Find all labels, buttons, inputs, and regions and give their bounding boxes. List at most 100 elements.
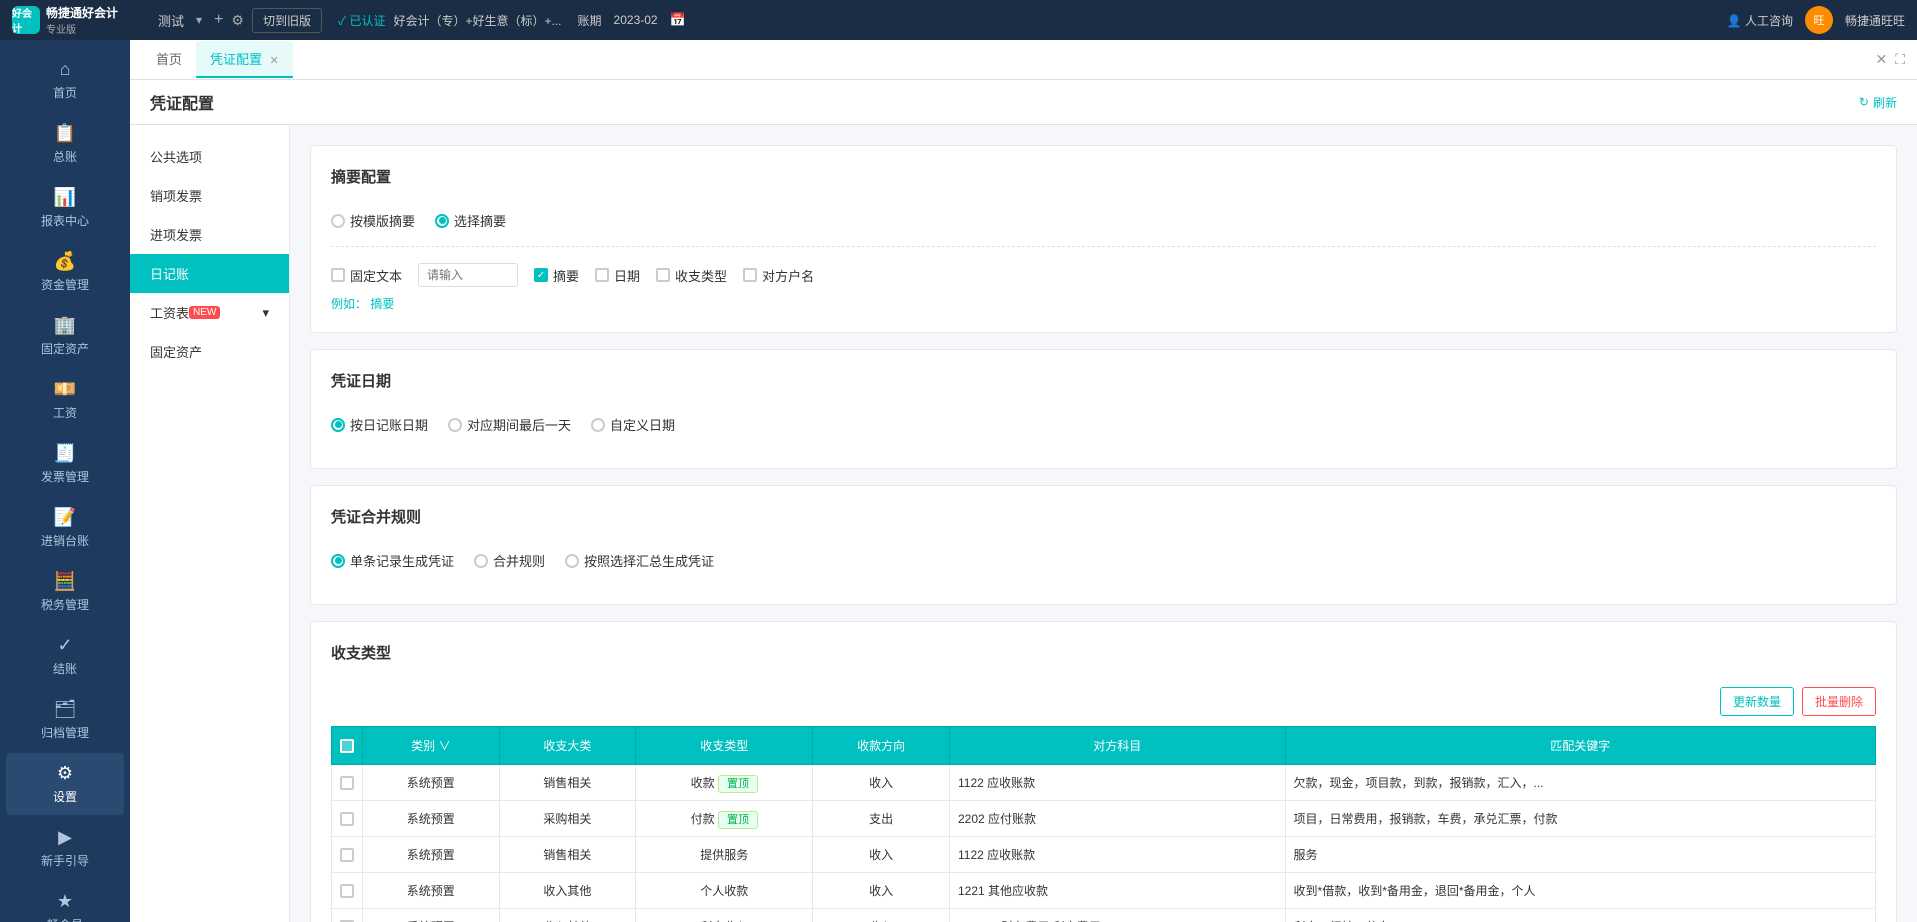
username: 畅捷通旺旺 (1845, 12, 1905, 29)
funds-icon: 💰 (54, 251, 76, 272)
sidebar-item-archive[interactable]: 🗂 归档管理 (6, 689, 124, 751)
radio-diary-circle (331, 418, 345, 432)
table-row: 系统预置 收入其他 利息收入 收入 660301 财务费用 利息费用 利息，行转… (332, 909, 1876, 922)
td-major-5: 收入其他 (499, 909, 636, 922)
td-keywords-2: 项目，日常费用，报销款，车费，承兑汇票，付款 (1285, 801, 1875, 837)
radio-single-record[interactable]: 单条记录生成凭证 (331, 551, 454, 570)
checkbox-income-type[interactable]: 收支类型 (656, 266, 727, 285)
radio-template-summary[interactable]: 按模版摘要 (331, 211, 415, 230)
td-subject-1: 1122 应收账款 (949, 765, 1285, 801)
consult-button[interactable]: 👤 人工咨询 (1727, 12, 1793, 29)
account-tags: 好会计（专）+好生意（标）+... (394, 12, 562, 29)
sidebar-label-invoice: 发票管理 (41, 468, 89, 485)
switch-version-button[interactable]: 切到旧版 (252, 8, 322, 33)
radio-template-circle (331, 214, 345, 228)
merge-radio-group: 单条记录生成凭证 合并规则 按照选择汇总生成凭证 (331, 551, 1876, 570)
checkbox-counterpart[interactable]: 对方户名 (743, 266, 814, 285)
td-major-2: 采购相关 (499, 801, 636, 837)
left-nav-fixed-assets[interactable]: 固定资产 (130, 332, 289, 371)
sidebar-item-close[interactable]: ✓ 结账 (6, 625, 124, 687)
content-area: 首页 凭证配置 ✕ ✕ ⛶ 凭证配置 ↻ 刷新 公共选项 销项发票 (130, 40, 1917, 922)
table-row: 系统预置 收入其他 个人收款 收入 1221 其他应收款 收到*借款，收到*备用… (332, 873, 1876, 909)
td-category-3: 系统预置 (363, 837, 500, 873)
archive-icon: 🗂 (54, 699, 77, 720)
tab-home[interactable]: 首页 (142, 41, 196, 78)
tab-voucher-config[interactable]: 凭证配置 ✕ (196, 41, 293, 78)
radio-period-circle (448, 418, 462, 432)
td-direction-1: 收入 (813, 765, 950, 801)
tab-close-button[interactable]: ✕ (270, 55, 279, 67)
td-check-3[interactable] (332, 837, 363, 873)
radio-select-summary[interactable]: 选择摘要 (435, 211, 506, 230)
left-nav-sales-invoice[interactable]: 销项发票 (130, 176, 289, 215)
td-direction-4: 收入 (813, 873, 950, 909)
add-button[interactable]: + (214, 11, 223, 29)
sidebar-label-member: 畅会员 (47, 916, 83, 922)
sidebar-item-reports[interactable]: 📊 报表中心 (6, 177, 124, 239)
td-check-4[interactable] (332, 873, 363, 909)
sidebar-item-funds[interactable]: 💰 资金管理 (6, 241, 124, 303)
date-checkbox (595, 268, 609, 282)
checkbox-fixed-text[interactable]: 固定文本 (331, 266, 402, 285)
fixed-text-checkbox (331, 268, 345, 282)
sidebar-item-invoice[interactable]: 🧾 发票管理 (6, 433, 124, 495)
td-category-2: 系统预置 (363, 801, 500, 837)
refresh-button[interactable]: ↻ 刷新 (1859, 94, 1897, 111)
td-keywords-4: 收到*借款，收到*备用金，退回*备用金，个人 (1285, 873, 1875, 909)
fixed-text-input[interactable] (418, 263, 518, 287)
left-nav-public[interactable]: 公共选项 (130, 137, 289, 176)
sidebar-item-member[interactable]: ★ 畅会员 (6, 881, 124, 922)
batch-delete-button[interactable]: 批量删除 (1802, 687, 1876, 716)
left-nav-purchase-invoice[interactable]: 进项发票 (130, 215, 289, 254)
invoice-icon: 🧾 (54, 443, 76, 464)
page-title-bar: 凭证配置 ↻ 刷新 (130, 80, 1917, 125)
sidebar-item-salary[interactable]: 💴 工资 (6, 369, 124, 431)
sidebar-item-home[interactable]: ⌂ 首页 (6, 49, 124, 111)
merge-title: 凭证合并规则 (331, 506, 1876, 535)
th-subject: 对方科目 (949, 727, 1285, 765)
close-icon: ✓ (57, 635, 72, 656)
logo: 好会计 畅捷通好会计 专业版 (12, 4, 142, 36)
td-direction-5: 收入 (813, 909, 950, 922)
td-check-1[interactable] (332, 765, 363, 801)
home-icon: ⌂ (60, 59, 71, 80)
td-check-5[interactable] (332, 909, 363, 922)
calendar-icon[interactable]: 📅 (670, 12, 686, 28)
td-subject-5: 660301 财务费用 利息费用 (949, 909, 1285, 922)
update-count-button[interactable]: 更新数量 (1720, 687, 1794, 716)
sidebar-item-guide[interactable]: ▶ 新手引导 (6, 817, 124, 879)
td-type-4: 个人收款 (636, 873, 813, 909)
company-name: 测试 (158, 11, 184, 30)
checkbox-summary[interactable]: ✓ 摘要 (534, 266, 579, 285)
td-check-2[interactable] (332, 801, 363, 837)
sidebar-item-tax[interactable]: 🧮 税务管理 (6, 561, 124, 623)
settings-button[interactable]: ⚙ (231, 12, 244, 29)
sidebar-item-ledger[interactable]: 📋 总账 (6, 113, 124, 175)
radio-custom-date[interactable]: 自定义日期 (591, 415, 675, 434)
close-tab-button[interactable]: ✕ (1875, 51, 1887, 68)
left-nav-diary[interactable]: 日记账 (130, 254, 289, 293)
th-select-all[interactable] (332, 727, 363, 765)
table-row: 系统预置 销售相关 提供服务 收入 1122 应收账款 服务 (332, 837, 1876, 873)
sidebar-label-settings: 设置 (53, 788, 77, 805)
expand-tab-button[interactable]: ⛶ (1895, 51, 1905, 68)
td-category-4: 系统预置 (363, 873, 500, 909)
radio-merge-rule[interactable]: 合并规则 (474, 551, 545, 570)
dropdown-arrow[interactable]: ▾ (196, 13, 202, 27)
left-nav-payroll[interactable]: 工资表 NEW ▾ (130, 293, 289, 332)
td-category-5: 系统预置 (363, 909, 500, 922)
summary-title: 摘要配置 (331, 166, 1876, 195)
radio-diary-date[interactable]: 按日记账日期 (331, 415, 428, 434)
sidebar-item-settings[interactable]: ⚙ 设置 (6, 753, 124, 815)
sidebar-item-sales[interactable]: 📝 进销台账 (6, 497, 124, 559)
ledger-icon: 📋 (54, 123, 76, 144)
tab-bar-right: ✕ ⛶ (1875, 51, 1905, 68)
radio-period-last[interactable]: 对应期间最后一天 (448, 415, 571, 434)
radio-select-summary-gen[interactable]: 按照选择汇总生成凭证 (565, 551, 714, 570)
checkbox-date[interactable]: 日期 (595, 266, 640, 285)
income-section: 收支类型 更新数量 批量删除 类别 ∨ (310, 621, 1897, 922)
sidebar-item-assets[interactable]: 🏢 固定资产 (6, 305, 124, 367)
example-text: 例如： 摘要 (331, 295, 1876, 312)
page-wrapper: 凭证配置 ↻ 刷新 公共选项 销项发票 进项发票 日记账 工资表 NEW ▾ 固… (130, 80, 1917, 922)
td-type-2: 付款 置顶 (636, 801, 813, 837)
